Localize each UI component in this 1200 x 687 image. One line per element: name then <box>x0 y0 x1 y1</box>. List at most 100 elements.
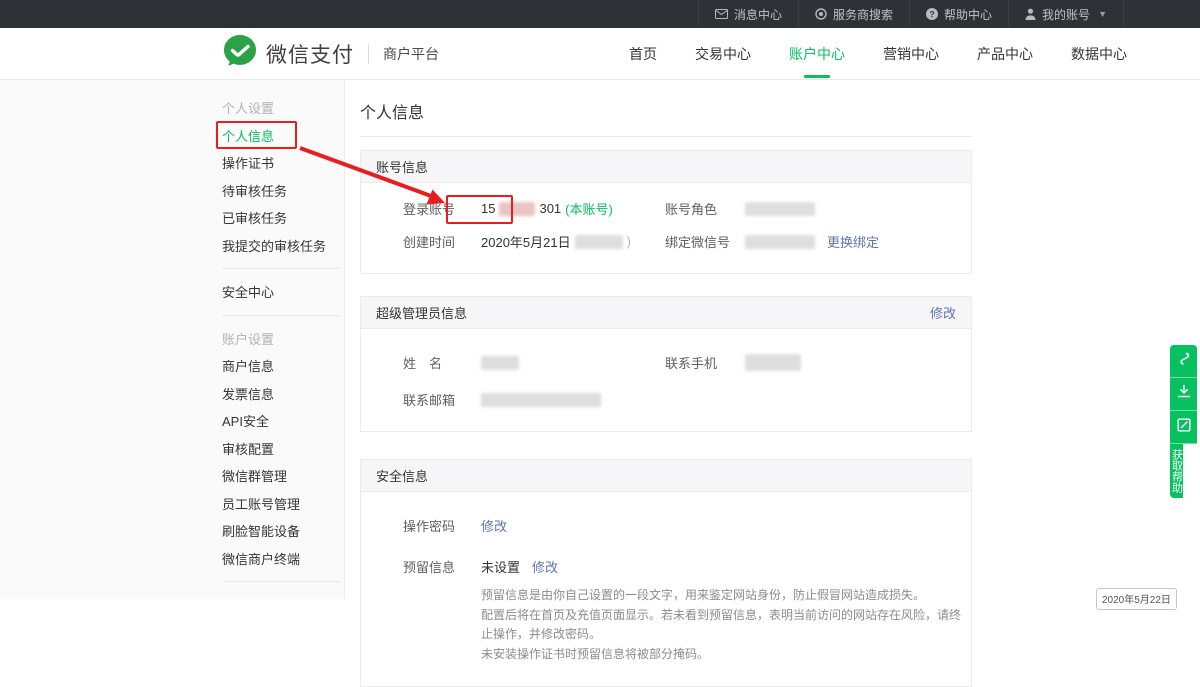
search-icon <box>815 8 827 20</box>
platform-subtitle: 商户平台 <box>383 44 439 64</box>
login-account-value: 15 301 (本账号) <box>481 199 613 218</box>
sidebar-group-personal-settings: 个人设置 <box>222 94 340 122</box>
login-number-prefix: 15 <box>481 201 495 216</box>
sidebar: 个人设置 个人信息 操作证书 待审核任务 已审核任务 我提交的审核任务 安全中心… <box>0 80 345 599</box>
admin-name-row: 姓 名 <box>403 353 665 372</box>
admin-phone-value <box>745 354 801 371</box>
link-icon <box>1177 351 1191 371</box>
reserved-info-label: 预留信息 <box>403 557 481 576</box>
login-number-suffix: 301 <box>539 201 561 216</box>
sidebar-item-review-config[interactable]: 审核配置 <box>222 435 340 463</box>
sidebar-item-reviewed-tasks[interactable]: 已审核任务 <box>222 204 340 232</box>
topbar-item-help-center[interactable]: ? 帮助中心 <box>909 0 1008 28</box>
section-title: 安全信息 <box>376 466 428 485</box>
admin-modify-link[interactable]: 修改 <box>930 303 956 322</box>
sidebar-menu: 个人设置 个人信息 操作证书 待审核任务 已审核任务 我提交的审核任务 安全中心… <box>222 94 340 591</box>
sidebar-item-operation-certificate[interactable]: 操作证书 <box>222 149 340 177</box>
nav-account-center[interactable]: 账户中心 <box>789 38 845 70</box>
nav-transaction-center[interactable]: 交易中心 <box>695 38 751 70</box>
admin-phone-label: 联系手机 <box>665 353 745 372</box>
header: 微信支付 商户平台 首页 交易中心 账户中心 营销中心 产品中心 数据中心 <box>0 28 1200 80</box>
admin-email-row: 联系邮箱 <box>403 390 665 409</box>
nav-marketing-center[interactable]: 营销中心 <box>883 38 939 70</box>
sidebar-item-staff-account-management[interactable]: 员工账号管理 <box>222 490 340 518</box>
reserved-info-row: 预留信息 未设置 修改 <box>403 557 971 576</box>
security-info-section: 安全信息 操作密码 修改 预留信息 未设置 修改 预留信息是由你自己设置的一段文… <box>360 459 972 687</box>
operation-password-label: 操作密码 <box>403 516 481 535</box>
download-icon <box>1177 384 1191 404</box>
account-info-body: 登录账号 15 301 (本账号) 账号角色 创建时间 <box>361 183 971 273</box>
logo-separator <box>368 44 369 64</box>
bound-wechat-row: 绑定微信号 更换绑定 <box>665 232 971 251</box>
masked-login-number <box>499 202 535 216</box>
admin-email-label: 联系邮箱 <box>403 390 481 409</box>
description-line: 未安装操作证书时预留信息将被部分掩码。 <box>481 645 971 665</box>
change-binding-link[interactable]: 更换绑定 <box>827 232 879 251</box>
nav-home[interactable]: 首页 <box>629 38 657 70</box>
get-help-button[interactable]: 获取帮助 <box>1170 444 1183 498</box>
sidebar-item-face-smart-device[interactable]: 刷脸智能设备 <box>222 517 340 545</box>
sidebar-divider <box>222 315 340 316</box>
reserved-modify-link[interactable]: 修改 <box>532 557 558 576</box>
operation-password-row: 操作密码 修改 <box>403 516 971 535</box>
sidebar-item-pending-review-tasks[interactable]: 待审核任务 <box>222 177 340 205</box>
topbar-item-label: 帮助中心 <box>944 6 992 23</box>
reserved-info-value: 未设置 <box>481 557 520 576</box>
chevron-down-icon: ▼ <box>1098 9 1107 19</box>
share-link-button[interactable] <box>1170 345 1197 378</box>
sidebar-item-merchant-info[interactable]: 商户信息 <box>222 352 340 380</box>
section-title: 超级管理员信息 <box>376 303 467 322</box>
mail-icon <box>715 9 728 19</box>
password-modify-link[interactable]: 修改 <box>481 516 507 535</box>
sidebar-divider <box>222 268 340 269</box>
super-admin-section: 超级管理员信息 修改 姓 名 联系手机 联系邮箱 <box>360 296 972 432</box>
topbar-menu: 消息中心 服务商搜索 ? 帮助中心 我的账号 ▼ <box>698 0 1124 28</box>
masked-created-detail <box>575 235 623 249</box>
topbar-item-label: 消息中心 <box>734 6 782 23</box>
download-button[interactable] <box>1170 378 1197 411</box>
section-title: 账号信息 <box>376 157 428 176</box>
sidebar-item-security-center[interactable]: 安全中心 <box>222 278 340 306</box>
reserved-info-description: 预留信息是由你自己设置的一段文字，用来鉴定网站身份，防止假冒网站造成损失。 配置… <box>481 586 971 664</box>
admin-name-value <box>481 356 519 370</box>
super-admin-header: 超级管理员信息 修改 <box>361 297 971 329</box>
login-account-label: 登录账号 <box>403 199 481 218</box>
topbar-item-provider-search[interactable]: 服务商搜索 <box>798 0 909 28</box>
topbar-item-messages[interactable]: 消息中心 <box>698 0 798 28</box>
masked-account-role <box>745 202 815 216</box>
sidebar-item-wechat-group-management[interactable]: 微信群管理 <box>222 462 340 490</box>
topbar: 消息中心 服务商搜索 ? 帮助中心 我的账号 ▼ <box>0 0 1200 28</box>
topbar-item-my-account[interactable]: 我的账号 ▼ <box>1008 0 1124 28</box>
feedback-button[interactable] <box>1170 411 1197 444</box>
admin-name-label: 姓 名 <box>403 353 481 372</box>
user-icon <box>1025 8 1036 20</box>
account-role-label: 账号角色 <box>665 199 745 218</box>
account-info-header: 账号信息 <box>361 151 971 183</box>
sidebar-item-my-submitted-tasks[interactable]: 我提交的审核任务 <box>222 232 340 260</box>
wechat-logo-icon <box>222 33 258 74</box>
wechat-pay-logo[interactable]: 微信支付 <box>222 33 354 74</box>
sidebar-item-invoice-info[interactable]: 发票信息 <box>222 380 340 408</box>
topbar-item-label: 我的账号 <box>1042 6 1090 23</box>
nav-data-center[interactable]: 数据中心 <box>1071 38 1127 70</box>
masked-admin-email <box>481 393 601 407</box>
admin-phone-row: 联系手机 <box>665 353 971 372</box>
description-line: 配置后将在首页及充值页面显示。若未看到预留信息，表明当前访问的网站存在风险，请终… <box>481 606 971 645</box>
nav-product-center[interactable]: 产品中心 <box>977 38 1033 70</box>
topbar-item-label: 服务商搜索 <box>833 6 893 23</box>
account-info-section: 账号信息 登录账号 15 301 (本账号) 账号角色 <box>360 150 972 274</box>
svg-text:?: ? <box>929 9 934 19</box>
sidebar-item-api-security[interactable]: API安全 <box>222 407 340 435</box>
created-time-value: 2020年5月21日 ) <box>481 232 631 251</box>
masked-admin-phone <box>745 354 801 371</box>
help-widget: 获取帮助 <box>1170 345 1197 498</box>
account-role-row: 账号角色 <box>665 199 971 218</box>
description-line: 预留信息是由你自己设置的一段文字，用来鉴定网站身份，防止假冒网站造成损失。 <box>481 586 971 606</box>
sidebar-item-personal-info[interactable]: 个人信息 <box>222 122 340 150</box>
masked-wechat-id <box>745 235 815 249</box>
security-info-body: 操作密码 修改 预留信息 未设置 修改 预留信息是由你自己设置的一段文字，用来鉴… <box>361 492 971 686</box>
sidebar-item-wechat-merchant-terminal[interactable]: 微信商户终端 <box>222 545 340 573</box>
bound-wechat-label: 绑定微信号 <box>665 232 745 251</box>
bound-wechat-value: 更换绑定 <box>745 232 879 251</box>
logo-text: 微信支付 <box>266 39 354 69</box>
